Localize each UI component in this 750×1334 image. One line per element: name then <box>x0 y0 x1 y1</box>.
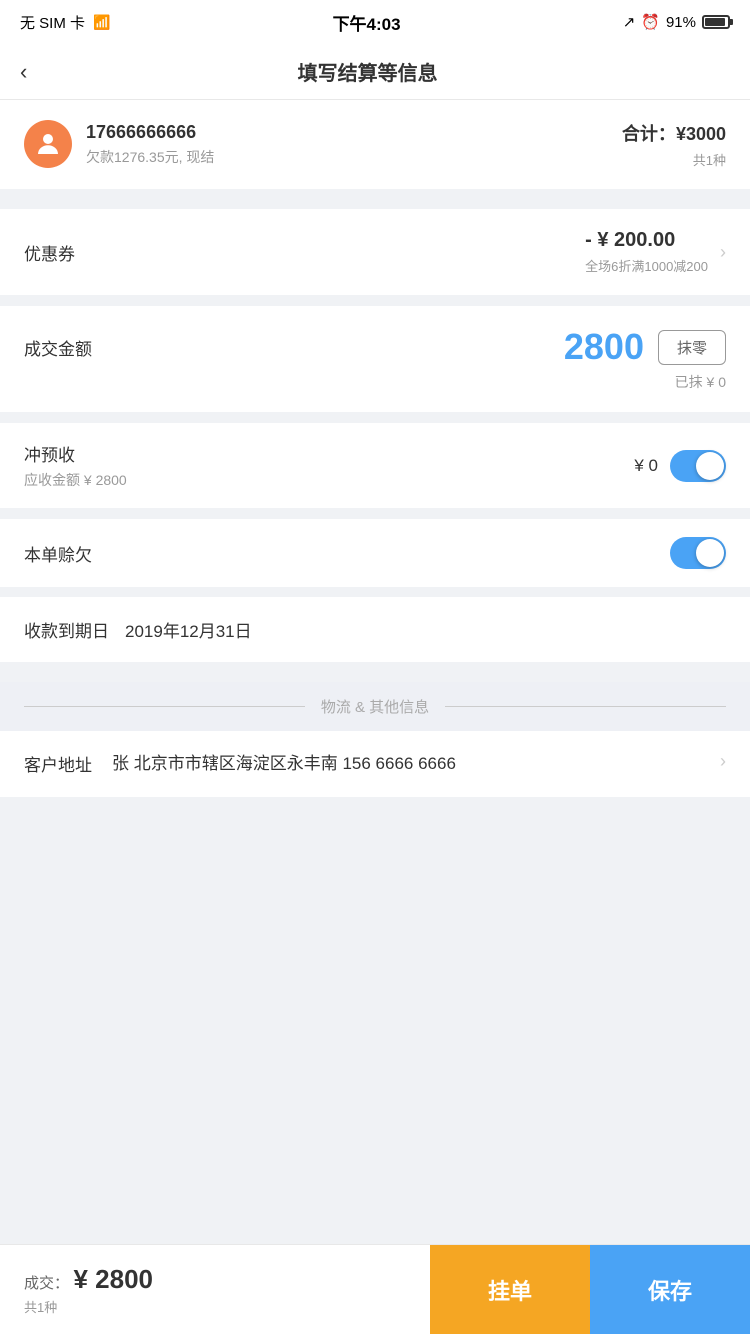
debt-section: 本单赊欠 <box>0 519 750 587</box>
round-button[interactable]: 抹零 <box>658 330 726 365</box>
prepayment-left: 冲预收 应收金额 ¥ 2800 <box>24 441 127 490</box>
prepayment-value: ¥ 0 <box>634 456 658 476</box>
logistics-header: 物流 & 其他信息 <box>0 682 750 731</box>
header-line-right <box>445 706 726 707</box>
alarm-icon: ⏰ <box>641 13 660 31</box>
amount-section: 成交金额 2800 抹零 已抹 ¥ 0 <box>0 306 750 412</box>
nav-bar: ‹ 填写结算等信息 <box>0 44 750 100</box>
bottom-label: 成交： <box>24 1275 69 1292</box>
divider-3 <box>0 509 750 519</box>
back-button[interactable]: ‹ <box>20 59 43 85</box>
amount-sub: 已抹 ¥ 0 <box>24 372 726 392</box>
carrier-text: 无 SIM 卡 <box>20 12 85 33</box>
prepayment-sub: 应收金额 ¥ 2800 <box>24 470 127 490</box>
customer-left: 17666666666 欠款1276.35元, 现结 <box>24 120 214 168</box>
address-label: 客户地址 <box>24 751 92 776</box>
coupon-row[interactable]: 优惠券 - ¥ 200.00 全场6折满1000减200 › <box>0 209 750 296</box>
hang-button[interactable]: 挂单 <box>430 1245 590 1334</box>
bottom-label-row: 成交： ¥ 2800 <box>24 1264 406 1295</box>
divider-4 <box>0 672 750 682</box>
avatar-icon <box>33 129 63 159</box>
location-icon: ↗ <box>623 13 636 31</box>
bottom-sub: 共1种 <box>24 1297 406 1316</box>
divider-2 <box>0 296 750 306</box>
battery-percent: 91% <box>666 14 696 31</box>
debt-toggle[interactable] <box>670 537 726 569</box>
bottom-amount: ¥ 2800 <box>73 1264 153 1294</box>
status-left: 无 SIM 卡 📶 <box>20 12 110 33</box>
battery-fill <box>705 18 725 26</box>
amount-right: 2800 抹零 <box>564 326 726 368</box>
prepayment-right: ¥ 0 <box>634 450 726 482</box>
due-date-label: 收款到期日 <box>24 617 109 642</box>
page-title: 填写结算等信息 <box>43 57 692 86</box>
bottom-summary: 成交： ¥ 2800 共1种 <box>0 1264 430 1316</box>
main-content: 17666666666 欠款1276.35元, 现结 合计：¥3000 共1种 … <box>0 100 750 1057</box>
address-value: 张 北京市市辖区海淀区永丰南 156 6666 6666 <box>112 751 720 777</box>
total-sub: 共1种 <box>622 150 726 169</box>
debt-toggle-knob <box>696 539 724 567</box>
due-date-section: 收款到期日 2019年12月31日 <box>0 597 750 662</box>
divider-1 <box>0 199 750 209</box>
avatar <box>24 120 72 168</box>
coupon-label: 优惠券 <box>24 240 75 265</box>
amount-value: 2800 <box>564 326 644 368</box>
customer-card: 17666666666 欠款1276.35元, 现结 合计：¥3000 共1种 <box>0 100 750 189</box>
wifi-icon: 📶 <box>93 14 110 31</box>
status-right: ↗ ⏰ 91% <box>623 13 730 31</box>
customer-phone: 17666666666 <box>86 122 214 143</box>
coupon-sub: 全场6折满1000减200 <box>585 256 708 275</box>
amount-row: 成交金额 2800 抹零 <box>24 326 726 368</box>
prepayment-label: 冲预收 <box>24 441 127 466</box>
battery-icon <box>702 15 730 29</box>
customer-sub: 欠款1276.35元, 现结 <box>86 147 214 167</box>
prepayment-row: 冲预收 应收金额 ¥ 2800 ¥ 0 <box>0 422 750 509</box>
coupon-amount: - ¥ 200.00 <box>585 229 708 252</box>
customer-info: 17666666666 欠款1276.35元, 现结 <box>86 122 214 167</box>
save-button[interactable]: 保存 <box>590 1245 750 1334</box>
bottom-bar: 成交： ¥ 2800 共1种 挂单 保存 <box>0 1244 750 1334</box>
logistics-label: 物流 & 其他信息 <box>321 696 429 717</box>
coupon-chevron: › <box>720 242 726 263</box>
prepayment-toggle-knob <box>696 452 724 480</box>
customer-right: 合计：¥3000 共1种 <box>622 120 726 169</box>
status-bar: 无 SIM 卡 📶 下午4:03 ↗ ⏰ 91% <box>0 0 750 44</box>
address-chevron: › <box>720 751 726 772</box>
header-line-left <box>24 706 305 707</box>
debt-label: 本单赊欠 <box>24 541 92 566</box>
status-time: 下午4:03 <box>333 10 401 35</box>
amount-label: 成交金额 <box>24 335 92 360</box>
bottom-spacer <box>0 797 750 957</box>
due-date-value: 2019年12月31日 <box>125 617 252 642</box>
total-amount: 合计：¥3000 <box>622 120 726 146</box>
address-section[interactable]: 客户地址 张 北京市市辖区海淀区永丰南 156 6666 6666 › <box>0 731 750 797</box>
prepayment-toggle[interactable] <box>670 450 726 482</box>
coupon-right: - ¥ 200.00 全场6折满1000减200 › <box>585 229 726 275</box>
